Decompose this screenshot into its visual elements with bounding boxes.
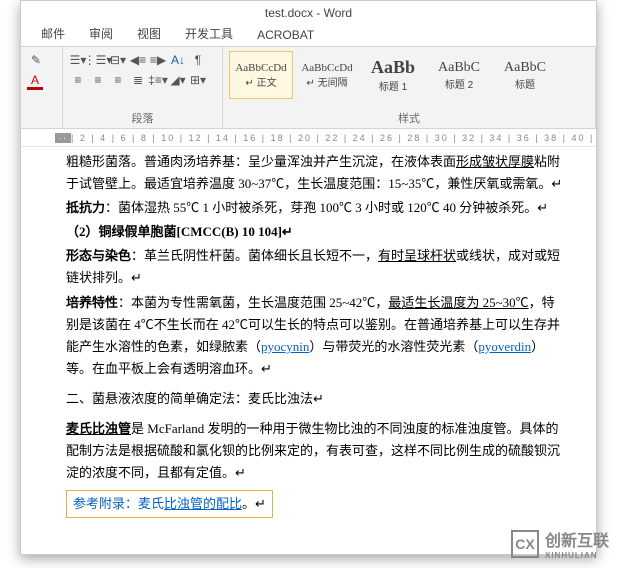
align-right-icon[interactable]: ≡	[109, 71, 127, 89]
shading-icon[interactable]: ◢▾	[169, 71, 187, 89]
align-center-icon[interactable]: ≡	[89, 71, 107, 89]
horizontal-ruler[interactable]: ··| 2 | 4 | 6 | 8 | 10 | 12 | 14 | 16 | …	[21, 129, 596, 147]
tab-developer[interactable]: 开发工具	[173, 21, 245, 46]
font-color-icon[interactable]: A	[27, 72, 43, 90]
p-morph: 形态与染色：革兰氏阴性杆菌。菌体细长且长短不一，有时呈球杆状或线状，成对或短链状…	[66, 245, 564, 289]
style-heading2[interactable]: AaBbC 标题 2	[427, 51, 491, 99]
style-nospacing[interactable]: AaBbCcDd ↵ 无间隔	[295, 51, 359, 99]
window-title: test.docx - Word	[265, 6, 352, 20]
numbered-list-icon[interactable]: ⋮☰▾	[89, 51, 107, 69]
styles-label: 样式	[229, 108, 589, 126]
p-section2: 二、菌悬液浓度的简单确定法：麦氏比浊法↵	[66, 388, 564, 410]
style-normal[interactable]: AaBbCcDd ↵ 正文	[229, 51, 293, 99]
appendix-link[interactable]: 参考附录：麦氏	[73, 496, 164, 511]
group-spacer	[27, 124, 56, 126]
document-body[interactable]: 粗糙形菌落。普通肉汤培养基：呈少量浑浊并产生沉淀，在液体表面形成皱状厚膜粘附于试…	[21, 147, 596, 554]
tab-review[interactable]: 审阅	[77, 21, 125, 46]
ribbon-tabs: 邮件 审阅 视图 开发工具 ACROBAT	[21, 25, 596, 47]
paragraph-label: 段落	[69, 108, 216, 126]
p-culture: 培养特性：本菌为专性需氧菌，生长温度范围 25~42℃，最适生长温度为 25~3…	[66, 292, 564, 380]
borders-icon[interactable]: ⊞▾	[189, 71, 207, 89]
format-painter-icon[interactable]: ✎	[27, 51, 45, 69]
line-spacing-icon[interactable]: ‡≡▾	[149, 71, 167, 89]
p-cut: 粗糙形菌落。普通肉汤培养基：呈少量浑浊并产生沉淀，在液体表面形成皱状厚膜粘附于试…	[66, 151, 564, 195]
link-pyoverdin[interactable]: pyoverdin	[478, 339, 531, 354]
decrease-indent-icon[interactable]: ◀≡	[129, 51, 147, 69]
watermark-logo: CX	[511, 530, 539, 558]
tab-acrobat[interactable]: ACROBAT	[245, 24, 326, 46]
watermark-text: 创新互联 XINHULIAN	[545, 527, 609, 560]
increase-indent-icon[interactable]: ≡▶	[149, 51, 167, 69]
p-appendix: 参考附录：麦氏比浊管的配比。↵	[66, 490, 564, 518]
link-pyocynin[interactable]: pyocynin	[261, 339, 309, 354]
align-left-icon[interactable]: ≡	[69, 71, 87, 89]
tab-mail[interactable]: 邮件	[29, 21, 77, 46]
p-heading-2: （2）铜绿假单胞菌[CMCC(B) 10 104]↵	[66, 221, 564, 243]
show-marks-icon[interactable]: ¶	[189, 51, 207, 69]
tab-view[interactable]: 视图	[125, 21, 173, 46]
multilevel-list-icon[interactable]: ⊟▾	[109, 51, 127, 69]
sort-icon[interactable]: A↓	[169, 51, 187, 69]
p-mcfarland: 麦氏比浊管是 McFarland 发明的一种用于微生物比浊的不同浊度的标准浊度管…	[66, 418, 564, 484]
watermark: CX 创新互联 XINHULIAN	[511, 527, 609, 560]
styles-gallery: AaBbCcDd ↵ 正文 AaBbCcDd ↵ 无间隔 AaBb 标题 1 A…	[229, 51, 589, 99]
ribbon: ✎ A ☰▾ ⋮☰▾ ⊟▾ ◀≡ ≡▶ A↓ ¶ ≡ ≡ ≡	[21, 47, 596, 129]
clipboard-group: ✎ A	[21, 47, 63, 128]
justify-icon[interactable]: ≣	[129, 71, 147, 89]
style-heading1[interactable]: AaBb 标题 1	[361, 51, 425, 99]
styles-group: AaBbCcDd ↵ 正文 AaBbCcDd ↵ 无间隔 AaBb 标题 1 A…	[223, 47, 596, 128]
style-title[interactable]: AaBbC 标题	[493, 51, 557, 99]
paragraph-group: ☰▾ ⋮☰▾ ⊟▾ ◀≡ ≡▶ A↓ ¶ ≡ ≡ ≡ ≣ ‡≡▾ ◢▾ ⊞▾	[63, 47, 223, 128]
word-window: test.docx - Word 邮件 审阅 视图 开发工具 ACROBAT ✎…	[20, 0, 597, 555]
p-resist: 抵抗力：菌体湿热 55℃ 1 小时被杀死，芽孢 100℃ 3 小时或 120℃ …	[66, 197, 564, 219]
